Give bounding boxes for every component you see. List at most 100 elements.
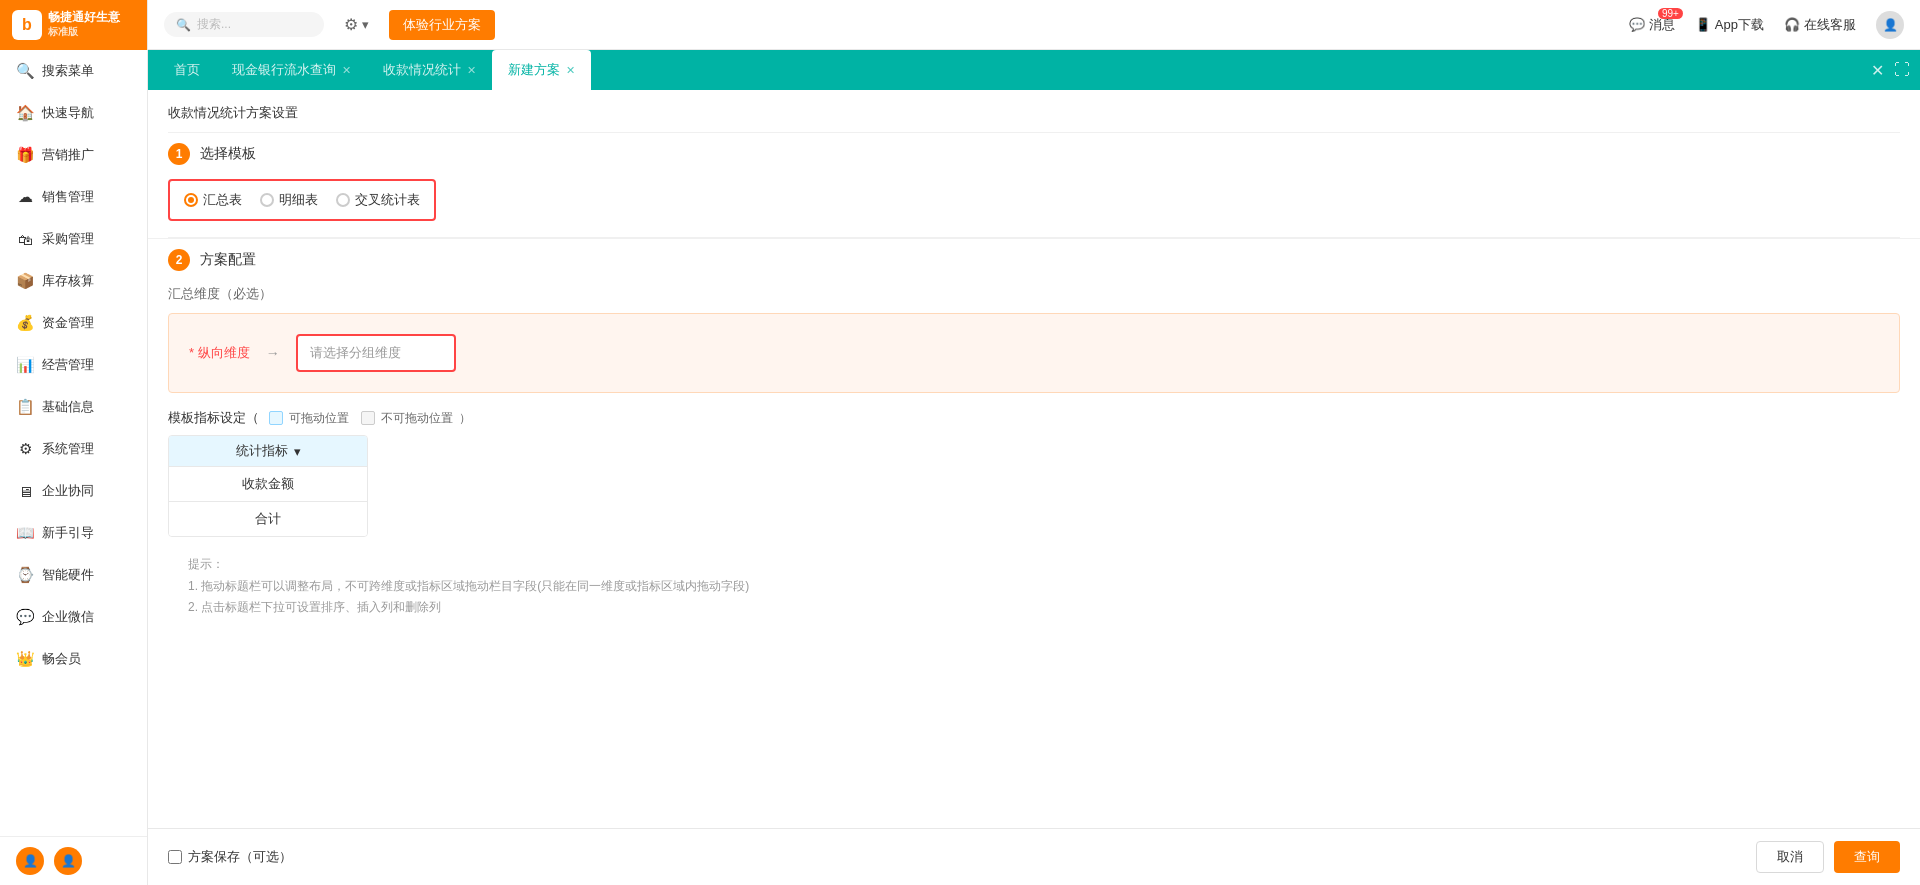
- save-plan-checkbox[interactable]: 方案保存（可选）: [168, 848, 292, 866]
- template-box: 汇总表 明细表 交叉统计表: [168, 179, 436, 221]
- service-label: 在线客服: [1804, 16, 1856, 34]
- sidebar-item-label: 系统管理: [42, 440, 94, 458]
- query-button[interactable]: 查询: [1834, 841, 1900, 873]
- radio-detail-label: 明细表: [279, 191, 318, 209]
- book-icon: 📖: [16, 524, 34, 542]
- radio-summary-circle: [184, 193, 198, 207]
- tips-section: 提示： 1. 拖动标题栏可以调整布局，不可跨维度或指标区域拖动栏目字段(只能在同…: [168, 540, 1900, 633]
- step1-title: 选择模板: [200, 145, 256, 163]
- sidebar-item-operations[interactable]: 📊 经营管理: [0, 344, 147, 386]
- expand-icon[interactable]: ⛶: [1894, 61, 1910, 80]
- sidebar-item-purchase[interactable]: 🛍 采购管理: [0, 218, 147, 260]
- draggable-box-icon: [269, 411, 283, 425]
- step2-num: 2: [168, 249, 190, 271]
- tab-home[interactable]: 首页: [158, 50, 216, 90]
- money-icon: 💰: [16, 314, 34, 332]
- non-draggable-box-icon: [361, 411, 375, 425]
- sidebar-footer-icon2[interactable]: 👤: [54, 847, 82, 875]
- sidebar-item-label: 资金管理: [42, 314, 94, 332]
- box-icon: 📦: [16, 272, 34, 290]
- sidebar-item-finance[interactable]: 💰 资金管理: [0, 302, 147, 344]
- sidebar-item-system[interactable]: ⚙ 系统管理: [0, 428, 147, 470]
- download-label: App下载: [1715, 16, 1764, 34]
- tab-bank-flow-label: 现金银行流水查询: [232, 61, 336, 79]
- tab-collection-stat-close[interactable]: ✕: [467, 64, 476, 77]
- sidebar-item-quick-nav[interactable]: 🏠 快速导航: [0, 92, 147, 134]
- search-menu-icon: 🔍: [16, 62, 34, 80]
- sidebar-item-label: 销售管理: [42, 188, 94, 206]
- metrics-row-amount-label: 收款金额: [242, 476, 294, 491]
- tab-collection-stat[interactable]: 收款情况统计 ✕: [367, 50, 492, 90]
- metrics-table: 统计指标 ▾ 收款金额 合计: [168, 435, 368, 537]
- sidebar-item-corp-collab[interactable]: 🖥 企业协同: [0, 470, 147, 512]
- industry-btn[interactable]: 体验行业方案: [389, 10, 495, 40]
- cancel-button[interactable]: 取消: [1756, 841, 1824, 873]
- arrow-icon: →: [266, 345, 280, 361]
- metrics-table-header[interactable]: 统计指标 ▾: [169, 436, 367, 467]
- sidebar-item-inventory[interactable]: 📦 库存核算: [0, 260, 147, 302]
- step1-header: 1 选择模板: [168, 143, 1900, 165]
- content-area: 收款情况统计方案设置 1 选择模板 汇总表 明: [148, 90, 1920, 885]
- sidebar-item-sales[interactable]: ☁ 销售管理: [0, 176, 147, 218]
- radio-detail[interactable]: 明细表: [260, 191, 318, 209]
- sidebar-item-guide[interactable]: 📖 新手引导: [0, 512, 147, 554]
- service-btn[interactable]: 🎧 在线客服: [1784, 16, 1856, 34]
- close-tab-icon[interactable]: ✕: [1871, 61, 1884, 80]
- sidebar-item-smart-hw[interactable]: ⌚ 智能硬件: [0, 554, 147, 596]
- sidebar-item-search-menu[interactable]: 🔍 搜索菜单: [0, 50, 147, 92]
- tabs-right-controls: ✕ ⛶: [1871, 61, 1910, 80]
- search-box[interactable]: 🔍 搜索...: [164, 12, 324, 37]
- sidebar: b 畅捷通好生意 标准版 🔍 搜索菜单 🏠 快速导航 🎁 营销推广 ☁ 销售管理…: [0, 0, 148, 885]
- tab-new-plan[interactable]: 新建方案 ✕: [492, 50, 591, 90]
- message-badge: 99+: [1658, 8, 1683, 19]
- dropdown-icon[interactable]: ▾: [362, 17, 369, 32]
- sidebar-logo-sub: 标准版: [48, 25, 120, 39]
- sidebar-item-label: 快速导航: [42, 104, 94, 122]
- footer: 方案保存（可选） 取消 查询: [148, 828, 1920, 885]
- dimension-placeholder: 请选择分组维度: [310, 345, 401, 360]
- settings-icon[interactable]: ⚙: [344, 15, 358, 34]
- sidebar-item-basic-info[interactable]: 📋 基础信息: [0, 386, 147, 428]
- tab-collection-stat-label: 收款情况统计: [383, 61, 461, 79]
- tab-bank-flow-close[interactable]: ✕: [342, 64, 351, 77]
- tab-bank-flow[interactable]: 现金银行流水查询 ✕: [216, 50, 367, 90]
- download-btn[interactable]: 📱 App下载: [1695, 16, 1764, 34]
- sidebar-item-label: 新手引导: [42, 524, 94, 542]
- message-btn[interactable]: 💬 消息 99+: [1629, 16, 1675, 34]
- tip1: 1. 拖动标题栏可以调整布局，不可跨维度或指标区域拖动栏目字段(只能在同一维度或…: [188, 576, 749, 598]
- monitor-icon: 🖥: [16, 483, 34, 500]
- tab-new-plan-close[interactable]: ✕: [566, 64, 575, 77]
- save-plan-label: 方案保存（可选）: [188, 848, 292, 866]
- metrics-label-text: 模板指标设定（: [168, 409, 259, 427]
- sidebar-footer-icon1[interactable]: 👤: [16, 847, 44, 875]
- sidebar-item-marketing[interactable]: 🎁 营销推广: [0, 134, 147, 176]
- sidebar-item-corp-wechat[interactable]: 💬 企业微信: [0, 596, 147, 638]
- step1-section: 1 选择模板 汇总表 明细表: [148, 133, 1920, 237]
- step2-header: 2 方案配置: [168, 249, 1900, 271]
- sidebar-item-member[interactable]: 👑 畅会员: [0, 638, 147, 680]
- radio-cross[interactable]: 交叉统计表: [336, 191, 420, 209]
- user-avatar[interactable]: 👤: [1876, 11, 1904, 39]
- metrics-col-label: 统计指标: [236, 442, 288, 460]
- gift-icon: 🎁: [16, 146, 34, 164]
- hint-suffix: ）: [459, 410, 471, 427]
- sidebar-item-label: 搜索菜单: [42, 62, 94, 80]
- header: 🔍 搜索... ⚙ ▾ 体验行业方案 💬 消息 99+ 📱 App下载 🎧 在线…: [148, 0, 1920, 50]
- save-plan-input[interactable]: [168, 850, 182, 864]
- headset-icon: 🎧: [1784, 17, 1800, 32]
- download-icon: 📱: [1695, 17, 1711, 32]
- dimension-area: * 纵向维度 → 请选择分组维度: [168, 313, 1900, 393]
- hint-non-draggable-label: 不可拖动位置: [381, 410, 453, 427]
- home-icon: 🏠: [16, 104, 34, 122]
- page-title: 收款情况统计方案设置: [148, 90, 1920, 132]
- watch-icon: ⌚: [16, 566, 34, 584]
- radio-summary[interactable]: 汇总表: [184, 191, 242, 209]
- crown-icon: 👑: [16, 650, 34, 668]
- step1-num: 1: [168, 143, 190, 165]
- metrics-row-total-label: 合计: [255, 511, 281, 526]
- dimension-selector[interactable]: 请选择分组维度: [296, 334, 456, 372]
- search-placeholder: 搜索...: [197, 16, 231, 33]
- message-icon: 💬: [1629, 17, 1645, 32]
- tab-home-label: 首页: [174, 61, 200, 79]
- metrics-dropdown-icon[interactable]: ▾: [294, 444, 301, 459]
